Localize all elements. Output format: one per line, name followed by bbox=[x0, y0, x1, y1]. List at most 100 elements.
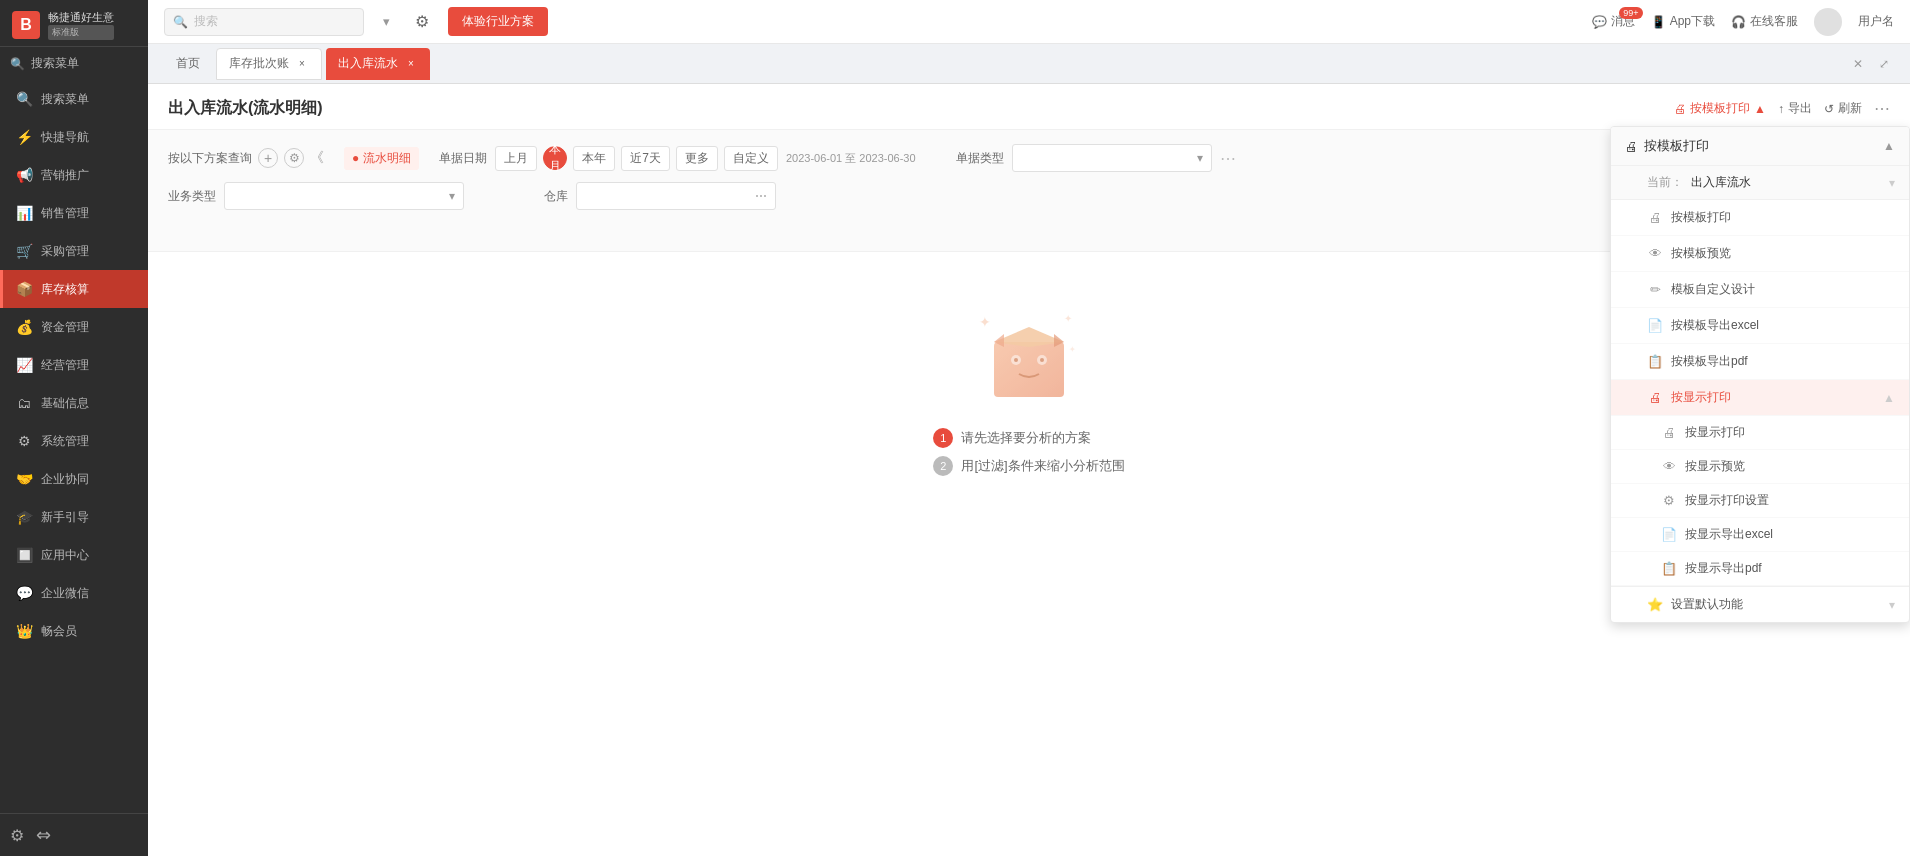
header-actions: 💬 消息 99+ 📱 App下载 🎧 在线客服 用户名 bbox=[1592, 8, 1894, 36]
more-icon[interactable]: ⋯ bbox=[1874, 99, 1890, 118]
settings-icon[interactable]: ⚙ bbox=[10, 826, 24, 845]
svg-point-7 bbox=[1040, 358, 1044, 362]
dropdown-item-display-settings[interactable]: ⚙ 按显示打印设置 bbox=[1611, 484, 1909, 518]
dropdown-item-display-preview[interactable]: 👁 按显示预览 bbox=[1611, 450, 1909, 484]
sidebar-item-label: 采购管理 bbox=[41, 243, 89, 260]
sidebar-item-search[interactable]: 🔍搜索菜单 bbox=[0, 80, 148, 118]
user-avatar[interactable] bbox=[1814, 8, 1842, 36]
dropdown-template-custom-icon: ✏ bbox=[1647, 282, 1663, 298]
sidebar-item-wechat[interactable]: 💬企业微信 bbox=[0, 574, 148, 612]
tab-bar: 首页 库存批次账 × 出入库流水 × ✕ ⤢ bbox=[148, 44, 1910, 84]
header-dropdown-btn[interactable]: ▾ bbox=[376, 12, 396, 32]
sidebar-item-marketing[interactable]: 📢营销推广 bbox=[0, 156, 148, 194]
dropdown-display-preview-label: 按显示预览 bbox=[1685, 458, 1745, 475]
dropdown-template-preview-label: 按模板预览 bbox=[1671, 245, 1731, 262]
date-this-month-btn[interactable]: 本月 bbox=[543, 146, 567, 170]
date-this-year-btn[interactable]: 本年 bbox=[573, 146, 615, 171]
app-download-icon: 📱 bbox=[1651, 15, 1666, 29]
dropdown-display-preview-icon: 👁 bbox=[1661, 459, 1677, 475]
sidebar-item-finance[interactable]: 💰资金管理 bbox=[0, 308, 148, 346]
header-settings-icon[interactable]: ⚙ bbox=[408, 8, 436, 36]
dropdown-item-template-print[interactable]: 🖨 按模板打印 bbox=[1611, 200, 1909, 236]
export-btn[interactable]: ↑ 导出 bbox=[1778, 100, 1812, 117]
sidebar-item-basic[interactable]: 🗂基础信息 bbox=[0, 384, 148, 422]
business-type-label: 业务类型 bbox=[168, 188, 216, 205]
sidebar-item-quick-nav[interactable]: ⚡快捷导航 bbox=[0, 118, 148, 156]
dropdown-current-value: 出入库流水 bbox=[1691, 174, 1751, 191]
app-download-btn[interactable]: 📱 App下载 bbox=[1651, 13, 1715, 30]
filter-scheme-label: 按以下方案查询 bbox=[168, 150, 252, 167]
voucher-type-dropdown-icon: ▾ bbox=[1197, 151, 1203, 165]
dropdown-display-section-header[interactable]: 🖨 按显示打印 ▲ bbox=[1611, 380, 1909, 416]
business-type-select[interactable]: ▾ bbox=[224, 182, 464, 210]
refresh-icon: ↺ bbox=[1824, 102, 1834, 116]
sidebar-item-guide[interactable]: 🎓新手引导 bbox=[0, 498, 148, 536]
tab-close-all-btn[interactable]: ✕ bbox=[1848, 54, 1868, 74]
sidebar-item-operation[interactable]: 📈经营管理 bbox=[0, 346, 148, 384]
trial-btn[interactable]: 体验行业方案 bbox=[448, 7, 548, 36]
dropdown-item-display-pdf[interactable]: 📋 按显示导出pdf bbox=[1611, 552, 1909, 586]
tab-batch-account-close[interactable]: × bbox=[295, 57, 309, 71]
svg-text:✦: ✦ bbox=[979, 314, 991, 330]
date-filter-group: 单据日期 上月 本月 本年 近7天 更多 自定义 2023-06-01 至 20… bbox=[439, 146, 915, 171]
dropdown-header-title: 🖨 按模板打印 bbox=[1625, 137, 1709, 155]
dropdown-template-preview-icon: 👁 bbox=[1647, 246, 1663, 262]
date-range-display: 2023-06-01 至 2023-06-30 bbox=[786, 151, 916, 166]
dropdown-item-template-preview[interactable]: 👁 按模板预览 bbox=[1611, 236, 1909, 272]
export-icon: ↑ bbox=[1778, 102, 1784, 116]
dropdown-item-template-excel[interactable]: 📄 按模板导出excel bbox=[1611, 308, 1909, 344]
dropdown-template-excel-icon: 📄 bbox=[1647, 318, 1663, 334]
date-more-btn[interactable]: 更多 bbox=[676, 146, 718, 171]
date-custom-btn[interactable]: 自定义 bbox=[724, 146, 778, 171]
dropdown-item-template-pdf[interactable]: 📋 按模板导出pdf bbox=[1611, 344, 1909, 380]
voucher-type-more-icon[interactable]: ⋯ bbox=[1220, 149, 1236, 168]
tab-inout-flow[interactable]: 出入库流水 × bbox=[326, 48, 430, 80]
sidebar-item-app-center[interactable]: 🔲应用中心 bbox=[0, 536, 148, 574]
dropdown-current-arrow[interactable]: ▾ bbox=[1889, 176, 1895, 190]
sidebar-item-system[interactable]: ⚙系统管理 bbox=[0, 422, 148, 460]
message-btn[interactable]: 💬 消息 99+ bbox=[1592, 13, 1635, 30]
sidebar-item-label: 经营管理 bbox=[41, 357, 89, 374]
tab-batch-account[interactable]: 库存批次账 × bbox=[216, 48, 322, 80]
dropdown-collapse-btn[interactable]: ▲ bbox=[1883, 139, 1895, 153]
date-7days-btn[interactable]: 近7天 bbox=[621, 146, 670, 171]
sidebar-item-label: 畅会员 bbox=[41, 623, 77, 640]
tab-expand-btn[interactable]: ⤢ bbox=[1874, 54, 1894, 74]
print-dropdown-panel: 🖨 按模板打印 ▲ 当前： 出入库流水 ▾ 🖨 按模板打印 👁 按模板预览 bbox=[1610, 126, 1910, 623]
sidebar-item-label: 销售管理 bbox=[41, 205, 89, 222]
sidebar-search-item[interactable]: 🔍 搜索菜单 bbox=[0, 47, 148, 80]
tab-home[interactable]: 首页 bbox=[164, 48, 212, 80]
filter-gear-btn[interactable]: ⚙ bbox=[284, 148, 304, 168]
warehouse-select[interactable]: ⋯ bbox=[576, 182, 776, 210]
step-1-num: 1 bbox=[933, 428, 953, 448]
dropdown-item-template-custom[interactable]: ✏ 模板自定义设计 bbox=[1611, 272, 1909, 308]
sidebar-item-membership[interactable]: 👑畅会员 bbox=[0, 612, 148, 650]
filter-collapse-btn[interactable]: 《 bbox=[310, 149, 324, 167]
page-content: 出入库流水(流水明细) 🖨 按模板打印 ▲ ↑ 导出 ↺ 刷新 ⋯ bbox=[148, 84, 1910, 856]
sidebar-item-sales[interactable]: 📊销售管理 bbox=[0, 194, 148, 232]
sidebar-item-purchase[interactable]: 🛒采购管理 bbox=[0, 232, 148, 270]
sidebar-item-collab[interactable]: 🤝企业协同 bbox=[0, 460, 148, 498]
sidebar-item-label: 应用中心 bbox=[41, 547, 89, 564]
dropdown-set-default-label: 设置默认功能 bbox=[1671, 596, 1743, 613]
filter-add-btn[interactable]: + bbox=[258, 148, 278, 168]
dropdown-template-pdf-icon: 📋 bbox=[1647, 354, 1663, 370]
collapse-icon[interactable]: ⇔ bbox=[36, 824, 51, 846]
dropdown-item-display-excel[interactable]: 📄 按显示导出excel bbox=[1611, 518, 1909, 552]
print-template-btn[interactable]: 🖨 按模板打印 ▲ bbox=[1674, 100, 1766, 117]
sidebar-item-label: 资金管理 bbox=[41, 319, 89, 336]
sidebar-item-inventory[interactable]: 📦库存核算 bbox=[0, 270, 148, 308]
quick-nav-icon: ⚡ bbox=[15, 128, 33, 146]
dropdown-item-set-default[interactable]: ⭐ 设置默认功能 ▾ bbox=[1611, 586, 1909, 622]
header-search-box[interactable]: 🔍 搜索 bbox=[164, 8, 364, 36]
dropdown-display-print-icon: 🖨 bbox=[1661, 425, 1677, 441]
dropdown-item-display-print[interactable]: 🖨 按显示打印 bbox=[1611, 416, 1909, 450]
online-service-btn[interactable]: 🎧 在线客服 bbox=[1731, 13, 1798, 30]
refresh-btn[interactable]: ↺ 刷新 bbox=[1824, 100, 1862, 117]
warehouse-more-icon[interactable]: ⋯ bbox=[755, 189, 767, 203]
search-icon: 🔍 bbox=[15, 90, 33, 108]
date-last-month-btn[interactable]: 上月 bbox=[495, 146, 537, 171]
voucher-type-select[interactable]: ▾ bbox=[1012, 144, 1212, 172]
sidebar-logo: B 畅捷通好生意 标准版 bbox=[0, 0, 148, 47]
tab-inout-flow-close[interactable]: × bbox=[404, 57, 418, 71]
